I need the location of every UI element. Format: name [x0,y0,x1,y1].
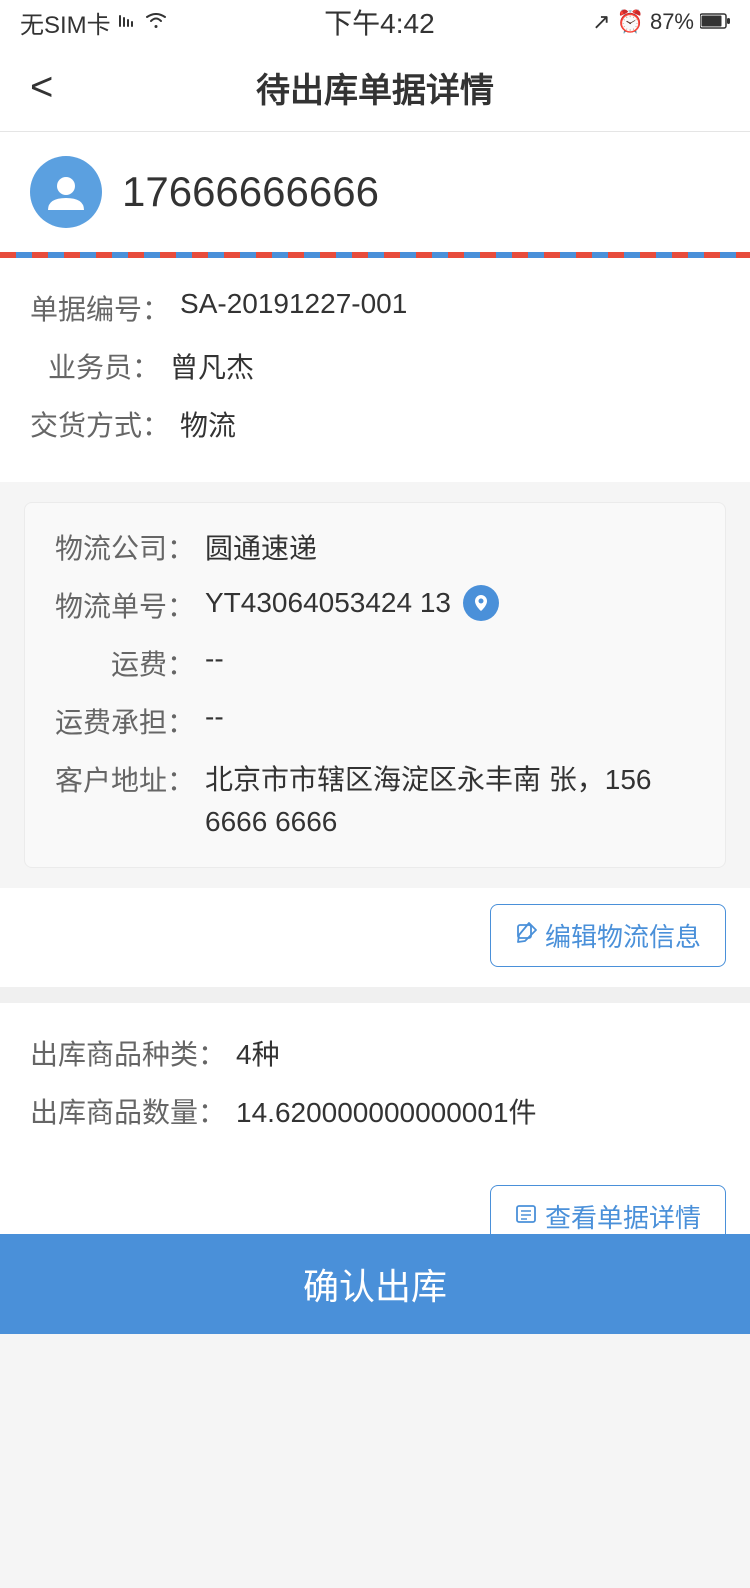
section-separator [0,987,750,1003]
freight-value: -- [205,643,705,675]
page-title: 待出库单据详情 [256,63,494,112]
list-icon [515,1201,537,1232]
goods-types-row: 出库商品种类： 4种 [30,1033,720,1073]
delivery-method-row: 交货方式： 物流 [30,404,720,444]
logistics-company-value: 圆通速递 [205,527,705,567]
alarm-icon: ⏰ [617,9,644,35]
nav-bar: < 待出库单据详情 [0,44,750,132]
freight-label: 运费： [45,643,205,683]
delivery-method-label: 交货方式： [30,404,180,444]
goods-quantity-row: 出库商品数量： 14.620000000000001件 [30,1091,720,1131]
logistics-card: 物流公司： 圆通速递 物流单号： YT43064053424 13 运费： --… [24,502,726,868]
document-number-label: 单据编号： [30,288,180,328]
content: 17666666666 单据编号： SA-20191227-001 业务员： 曾… [0,132,750,1588]
back-button[interactable]: < [20,55,63,120]
back-icon: < [30,65,53,109]
sim-icon [119,8,137,36]
address-value: 北京市市辖区海淀区永丰南 张，156 6666 6666 [205,759,705,843]
track-location-button[interactable] [463,585,499,621]
sales-person-label: 业务员： [30,346,170,386]
logistics-tracking-label: 物流单号： [45,585,205,625]
address-row: 客户地址： 北京市市辖区海淀区永丰南 张，156 6666 6666 [45,759,705,843]
logistics-tracking-row: 物流单号： YT43064053424 13 [45,585,705,625]
goods-types-label: 出库商品种类： [30,1033,236,1073]
address-label: 客户地址： [45,759,205,799]
avatar [30,156,102,228]
tracking-number-text: YT43064053424 13 [205,587,451,619]
edit-logistics-button[interactable]: 编辑物流信息 [490,904,726,967]
goods-section: 出库商品种类： 4种 出库商品数量： 14.620000000000001件 [0,1003,750,1169]
logistics-company-row: 物流公司： 圆通速递 [45,527,705,567]
status-bar: 无SIM卡 下午4:42 ↗ ⏰ 87% [0,0,750,44]
freight-bearer-row: 运费承担： -- [45,701,705,741]
status-left: 无SIM卡 [20,5,167,40]
wifi-icon [145,8,167,36]
goods-quantity-label: 出库商品数量： [30,1091,236,1131]
goods-types-value: 4种 [236,1033,720,1073]
confirm-bar[interactable]: 确认出库 [0,1234,750,1334]
sales-person-value: 曾凡杰 [170,346,720,386]
goods-quantity-value: 14.620000000000001件 [236,1091,720,1131]
document-number-row: 单据编号： SA-20191227-001 [30,288,720,328]
freight-bearer-value: -- [205,701,705,733]
freight-bearer-label: 运费承担： [45,701,205,741]
edit-logistics-row: 编辑物流信息 [0,888,750,987]
status-right: ↗ ⏰ 87% [592,9,730,35]
carrier-label: 无SIM卡 [20,5,111,40]
location-icon: ↗ [592,9,610,35]
document-number-value: SA-20191227-001 [180,288,720,320]
edit-logistics-label: 编辑物流信息 [545,917,701,954]
status-time: 下午4:42 [324,2,435,42]
battery-label: 87% [650,9,694,35]
logistics-company-label: 物流公司： [45,527,205,567]
confirm-button-label: 确认出库 [303,1258,447,1310]
sales-person-row: 业务员： 曾凡杰 [30,346,720,386]
delivery-method-value: 物流 [180,404,720,444]
customer-phone: 17666666666 [122,168,379,216]
customer-header: 17666666666 [0,132,750,252]
battery-icon [700,9,730,35]
view-details-label: 查看单据详情 [545,1198,701,1235]
logistics-tracking-value: YT43064053424 13 [205,585,705,621]
order-info-section: 单据编号： SA-20191227-001 业务员： 曾凡杰 交货方式： 物流 [0,258,750,482]
edit-icon [515,920,537,951]
freight-row: 运费： -- [45,643,705,683]
